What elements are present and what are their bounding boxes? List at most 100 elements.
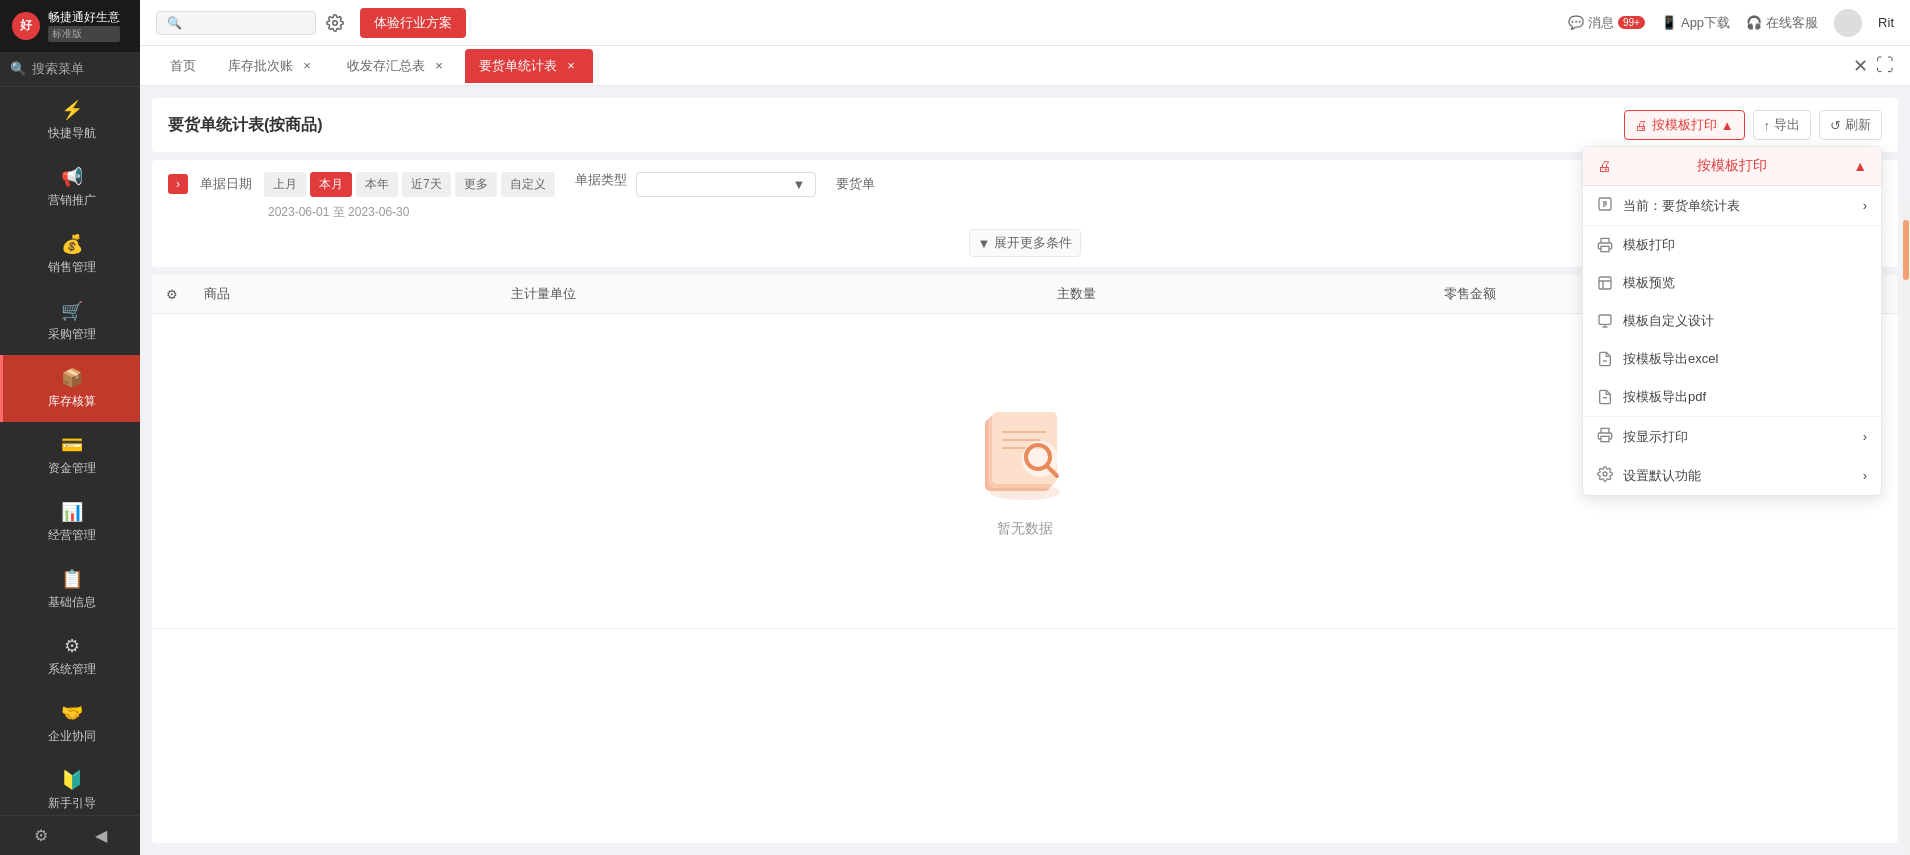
goods-filter-label: 要货单 (836, 175, 875, 193)
sidebar-item-guide[interactable]: 🔰 新手引导 (0, 757, 140, 815)
col-product: 商品 (192, 275, 499, 314)
tab-collection-close[interactable]: × (431, 58, 447, 74)
filter-toggle-icon: › (176, 177, 180, 191)
topbar-actions: 💬 消息 99+ 📱 App下载 🎧 在线客服 Rit (1568, 9, 1894, 37)
date-btn-more[interactable]: 更多 (455, 172, 497, 197)
search-icon: 🔍 (10, 61, 26, 76)
gear-icon[interactable] (326, 11, 350, 35)
refresh-icon: ↺ (1830, 118, 1841, 133)
sales-icon: 💰 (61, 233, 83, 255)
export-btn[interactable]: ↑ 导出 (1753, 110, 1812, 140)
sidebar-item-quick-nav[interactable]: ⚡ 快捷导航 (0, 87, 140, 154)
default-function-left: 设置默认功能 (1597, 466, 1701, 485)
message-btn[interactable]: 💬 消息 99+ (1568, 14, 1645, 32)
sidebar-item-sales[interactable]: 💰 销售管理 (0, 221, 140, 288)
tab-order-stats-label: 要货单统计表 (479, 57, 557, 75)
export-icon: ↑ (1764, 118, 1771, 133)
maximize-window-btn[interactable]: ⛶ (1876, 55, 1894, 76)
topbar-search[interactable]: 🔍 (156, 11, 316, 35)
header-actions: 🖨 按模板打印 ▲ ↑ 导出 ↺ 刷新 🖨 按模板打印 (1624, 110, 1882, 140)
tab-order-stats-close[interactable]: × (563, 58, 579, 74)
date-filter-label: 单据日期 (200, 175, 252, 193)
tab-batch-account-close[interactable]: × (299, 58, 315, 74)
expand-conditions-btn[interactable]: ▼ 展开更多条件 (969, 229, 1082, 257)
tab-home[interactable]: 首页 (156, 49, 210, 83)
sidebar-item-purchase[interactable]: 🛒 采购管理 (0, 288, 140, 355)
dropdown-default-function[interactable]: 设置默认功能 › (1583, 456, 1881, 495)
sidebar-item-finance[interactable]: 💳 资金管理 (0, 422, 140, 489)
sidebar-item-label: 企业协同 (48, 728, 96, 745)
app-download-label: App下载 (1681, 14, 1730, 32)
app-download-btn[interactable]: 📱 App下载 (1661, 14, 1730, 32)
message-label: 消息 (1588, 14, 1614, 32)
dropdown-header[interactable]: 🖨 按模板打印 ▲ (1583, 147, 1881, 186)
type-select-arrow: ▼ (792, 177, 805, 192)
template-print-item-label: 模板打印 (1623, 236, 1675, 254)
type-filter-label: 单据类型 (575, 172, 627, 187)
col-settings[interactable]: ⚙ (152, 275, 192, 314)
sidebar-search[interactable]: 🔍 搜索菜单 (0, 52, 140, 87)
export-label: 导出 (1774, 116, 1800, 134)
sidebar-item-label: 快捷导航 (48, 125, 96, 142)
sidebar-item-system[interactable]: ⚙ 系统管理 (0, 623, 140, 690)
refresh-btn[interactable]: ↺ 刷新 (1819, 110, 1882, 140)
tab-bar: 首页 库存批次账 × 收发存汇总表 × 要货单统计表 × ✕ ⛶ (140, 46, 1910, 86)
date-btn-7days[interactable]: 近7天 (402, 172, 451, 197)
app-name: 畅捷通好生意 (48, 10, 120, 26)
dropdown-close-arrow[interactable]: ▲ (1853, 158, 1867, 174)
date-btn-custom[interactable]: 自定义 (501, 172, 555, 197)
collapse-icon[interactable]: ◀ (95, 826, 107, 845)
svg-rect-4 (1599, 315, 1611, 324)
tab-batch-account[interactable]: 库存批次账 × (214, 49, 329, 83)
finance-icon: 💳 (61, 434, 83, 456)
date-btn-this-year[interactable]: 本年 (356, 172, 398, 197)
inventory-icon: 📦 (61, 367, 83, 389)
sidebar-item-label: 经营管理 (48, 527, 96, 544)
sidebar-item-inventory[interactable]: 📦 库存核算 (0, 355, 140, 422)
date-btn-this-month[interactable]: 本月 (310, 172, 352, 197)
date-btn-last-month[interactable]: 上月 (264, 172, 306, 197)
current-template-icon (1597, 196, 1613, 215)
display-print-arrow: › (1863, 429, 1867, 444)
sidebar-item-label: 营销推广 (48, 192, 96, 209)
tab-collection-summary[interactable]: 收发存汇总表 × (333, 49, 461, 83)
sidebar-nav: ⚡ 快捷导航 📢 营销推广 💰 销售管理 🛒 采购管理 📦 库存核算 💳 (0, 87, 140, 815)
chevron-up-icon: ▲ (1721, 118, 1734, 133)
sidebar-item-collab[interactable]: 🤝 企业协同 (0, 690, 140, 757)
operations-icon: 📊 (61, 501, 83, 523)
template-print-btn[interactable]: 🖨 按模板打印 ▲ (1624, 110, 1745, 140)
template-custom-icon (1597, 313, 1613, 329)
dropdown-template-print[interactable]: 模板打印 (1583, 226, 1881, 264)
sidebar-item-basics[interactable]: 📋 基础信息 (0, 556, 140, 623)
logo-icon: 好 (12, 12, 40, 40)
experience-button[interactable]: 体验行业方案 (360, 8, 466, 38)
expand-label: 展开更多条件 (994, 234, 1072, 252)
close-window-btn[interactable]: ✕ (1853, 55, 1868, 77)
dropdown-export-excel[interactable]: 按模板导出excel (1583, 340, 1881, 378)
scrollbar-thumb[interactable] (1903, 220, 1909, 280)
sidebar-footer: ⚙ ◀ (0, 815, 140, 855)
avatar[interactable] (1834, 9, 1862, 37)
purchase-icon: 🛒 (61, 300, 83, 322)
expand-icon: ▼ (978, 236, 991, 251)
sidebar-logo: 好 畅捷通好生意 标准版 (0, 0, 140, 52)
tab-home-label: 首页 (170, 57, 196, 75)
export-excel-icon (1597, 351, 1613, 367)
dropdown-template-preview[interactable]: 模板预览 (1583, 264, 1881, 302)
settings-icon[interactable]: ⚙ (34, 826, 48, 845)
dropdown-export-pdf[interactable]: 按模板导出pdf (1583, 378, 1881, 416)
type-select[interactable]: ▼ (636, 172, 816, 197)
sidebar-item-operations[interactable]: 📊 经营管理 (0, 489, 140, 556)
sidebar-item-label: 系统管理 (48, 661, 96, 678)
right-scrollbar[interactable] (1902, 200, 1910, 855)
online-service-btn[interactable]: 🎧 在线客服 (1746, 14, 1818, 32)
template-custom-label: 模板自定义设计 (1623, 312, 1714, 330)
headset-icon: 🎧 (1746, 15, 1762, 30)
dropdown-template-custom[interactable]: 模板自定义设计 (1583, 302, 1881, 340)
tab-order-stats[interactable]: 要货单统计表 × (465, 49, 593, 83)
dropdown-display-print[interactable]: 按显示打印 › (1583, 417, 1881, 456)
sidebar-item-marketing[interactable]: 📢 营销推广 (0, 154, 140, 221)
dropdown-current-template[interactable]: 当前：要货单统计表 › (1583, 186, 1881, 225)
filter-expand-toggle[interactable]: › (168, 174, 188, 194)
svg-point-10 (1603, 472, 1607, 476)
